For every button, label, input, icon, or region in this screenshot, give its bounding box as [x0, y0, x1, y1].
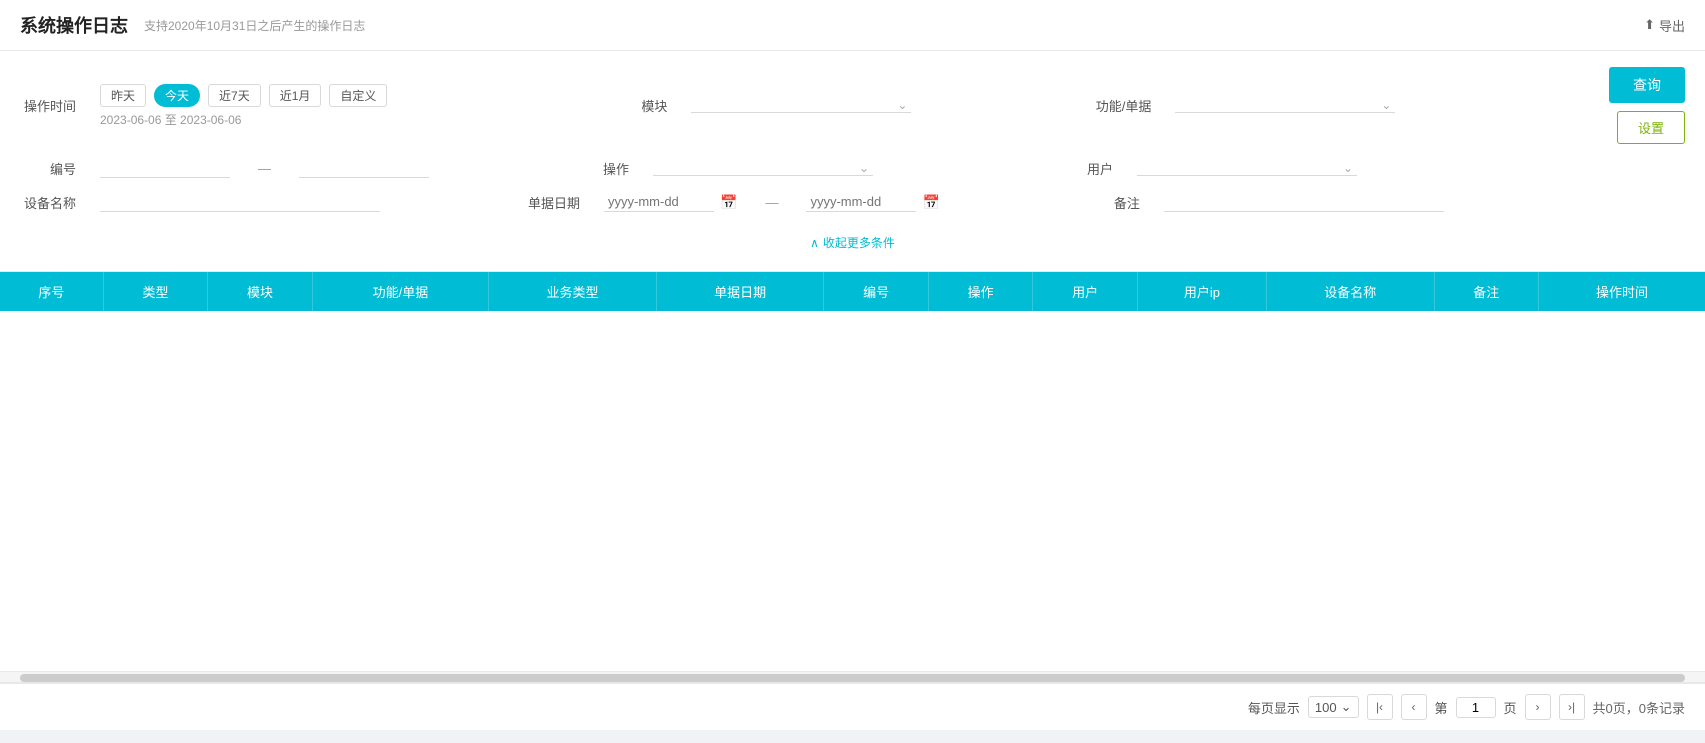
filter-row-1: 操作时间 昨天 今天 近7天 近1月 自定义 2023-06-06 至 2023…: [20, 67, 1685, 144]
col-doc-date: 单据日期: [656, 272, 824, 311]
calendar-to-icon[interactable]: 📅: [922, 194, 939, 211]
operation-label: 操作: [573, 159, 629, 178]
number-dash: —: [254, 161, 275, 176]
calendar-from-icon[interactable]: 📅: [720, 194, 737, 211]
query-button[interactable]: 查询: [1609, 67, 1685, 103]
page-title: 系统操作日志: [20, 12, 128, 38]
col-device: 设备名称: [1266, 272, 1434, 311]
col-user-ip: 用户ip: [1137, 272, 1266, 311]
date-dash: —: [761, 195, 782, 210]
user-chevron-icon: ⌄: [1339, 161, 1357, 175]
operation-select[interactable]: ⌄: [653, 161, 873, 176]
col-seq: 序号: [0, 272, 103, 311]
device-input[interactable]: [100, 192, 380, 212]
col-module: 模块: [208, 272, 312, 311]
page-last-button[interactable]: ›|: [1559, 694, 1585, 720]
col-number: 编号: [824, 272, 928, 311]
time-btn-7days[interactable]: 近7天: [208, 84, 261, 107]
number-from-input[interactable]: [100, 158, 230, 178]
horizontal-scrollbar[interactable]: [0, 671, 1705, 683]
page-prev-button[interactable]: ‹: [1401, 694, 1427, 720]
time-btn-today[interactable]: 今天: [154, 84, 200, 107]
export-icon: ⬆: [1644, 17, 1655, 33]
number-to-input[interactable]: [299, 158, 429, 178]
data-table: 序号 类型 模块 功能/单据 业务类型 单据日期 编号 操作 用户 用户ip 设…: [0, 272, 1705, 311]
col-type: 类型: [103, 272, 207, 311]
time-label: 操作时间: [20, 96, 76, 115]
page-number-input[interactable]: [1456, 697, 1496, 718]
per-page-label: 每页显示: [1248, 698, 1300, 717]
col-op-time: 操作时间: [1539, 272, 1705, 311]
date-from-wrapper: 📅: [604, 192, 737, 212]
total-info: 共0页，0条记录: [1593, 698, 1685, 717]
filter-section: 操作时间 昨天 今天 近7天 近1月 自定义 2023-06-06 至 2023…: [0, 51, 1705, 272]
user-select-value: [1137, 166, 1339, 170]
action-buttons: 查询 设置: [1609, 67, 1685, 144]
table-header: 序号 类型 模块 功能/单据 业务类型 单据日期 编号 操作 用户 用户ip 设…: [0, 272, 1705, 311]
empty-area: [0, 311, 1705, 671]
page-first-button[interactable]: |‹: [1367, 694, 1393, 720]
remark-input[interactable]: [1164, 192, 1444, 212]
page-next-button[interactable]: ›: [1525, 694, 1551, 720]
scrollbar-thumb[interactable]: [20, 674, 1685, 682]
filter-row-3: 设备名称 单据日期 📅 — 📅 备注: [20, 192, 1685, 212]
col-operation: 操作: [928, 272, 1032, 311]
page-header: 系统操作日志 支持2020年10月31日之后产生的操作日志 ⬆ 导出: [0, 0, 1705, 51]
number-label: 编号: [20, 159, 76, 178]
col-biz-type: 业务类型: [489, 272, 657, 311]
operation-select-value: [653, 166, 855, 170]
user-select[interactable]: ⌄: [1137, 161, 1357, 176]
col-user: 用户: [1033, 272, 1137, 311]
page-suffix: 页: [1504, 698, 1517, 717]
col-remark: 备注: [1434, 272, 1538, 311]
settings-button[interactable]: 设置: [1617, 111, 1685, 144]
date-from-input[interactable]: [604, 192, 714, 212]
function-select[interactable]: ⌄: [1175, 98, 1395, 113]
date-to-wrapper: 📅: [806, 192, 939, 212]
per-page-select[interactable]: 100 ⌄: [1308, 696, 1359, 718]
user-label: 用户: [1057, 159, 1113, 178]
per-page-chevron-icon: ⌄: [1341, 699, 1352, 715]
function-select-value: [1175, 103, 1377, 107]
export-button[interactable]: ⬆ 导出: [1644, 16, 1685, 35]
table-header-row: 序号 类型 模块 功能/单据 业务类型 单据日期 编号 操作 用户 用户ip 设…: [0, 272, 1705, 311]
operation-chevron-icon: ⌄: [855, 161, 873, 175]
function-label: 功能/单据: [1095, 96, 1151, 115]
time-btn-custom[interactable]: 自定义: [329, 84, 387, 107]
doc-date-label: 单据日期: [524, 193, 580, 212]
device-label: 设备名称: [20, 193, 76, 212]
function-chevron-icon: ⌄: [1377, 98, 1395, 112]
time-btn-yesterday[interactable]: 昨天: [100, 84, 146, 107]
collapse-chevron-icon: ∧: [810, 236, 819, 250]
module-chevron-icon: ⌄: [893, 98, 911, 112]
time-btn-1month[interactable]: 近1月: [269, 84, 322, 107]
per-page-value: 100: [1315, 700, 1337, 715]
module-select-value: [691, 103, 893, 107]
filter-row-2: 编号 — 操作 ⌄ 用户 ⌄: [20, 158, 1685, 178]
collapse-label: 收起更多条件: [823, 234, 895, 251]
time-filter-group: 昨天 今天 近7天 近1月 自定义 2023-06-06 至 2023-06-0…: [100, 84, 387, 128]
table-section: 序号 类型 模块 功能/单据 业务类型 单据日期 编号 操作 用户 用户ip 设…: [0, 272, 1705, 671]
time-range-text: 2023-06-06 至 2023-06-06: [100, 111, 387, 128]
pagination-bar: 每页显示 100 ⌄ |‹ ‹ 第 页 › ›| 共0页，0条记录: [0, 683, 1705, 730]
module-label: 模块: [611, 96, 667, 115]
page-subtitle: 支持2020年10月31日之后产生的操作日志: [144, 17, 365, 34]
date-to-input[interactable]: [806, 192, 916, 212]
collapse-bar[interactable]: ∧ 收起更多条件: [20, 226, 1685, 255]
time-options: 昨天 今天 近7天 近1月 自定义: [100, 84, 387, 107]
remark-label: 备注: [1084, 193, 1140, 212]
page-label: 第: [1435, 698, 1448, 717]
module-select[interactable]: ⌄: [691, 98, 911, 113]
col-function: 功能/单据: [312, 272, 488, 311]
